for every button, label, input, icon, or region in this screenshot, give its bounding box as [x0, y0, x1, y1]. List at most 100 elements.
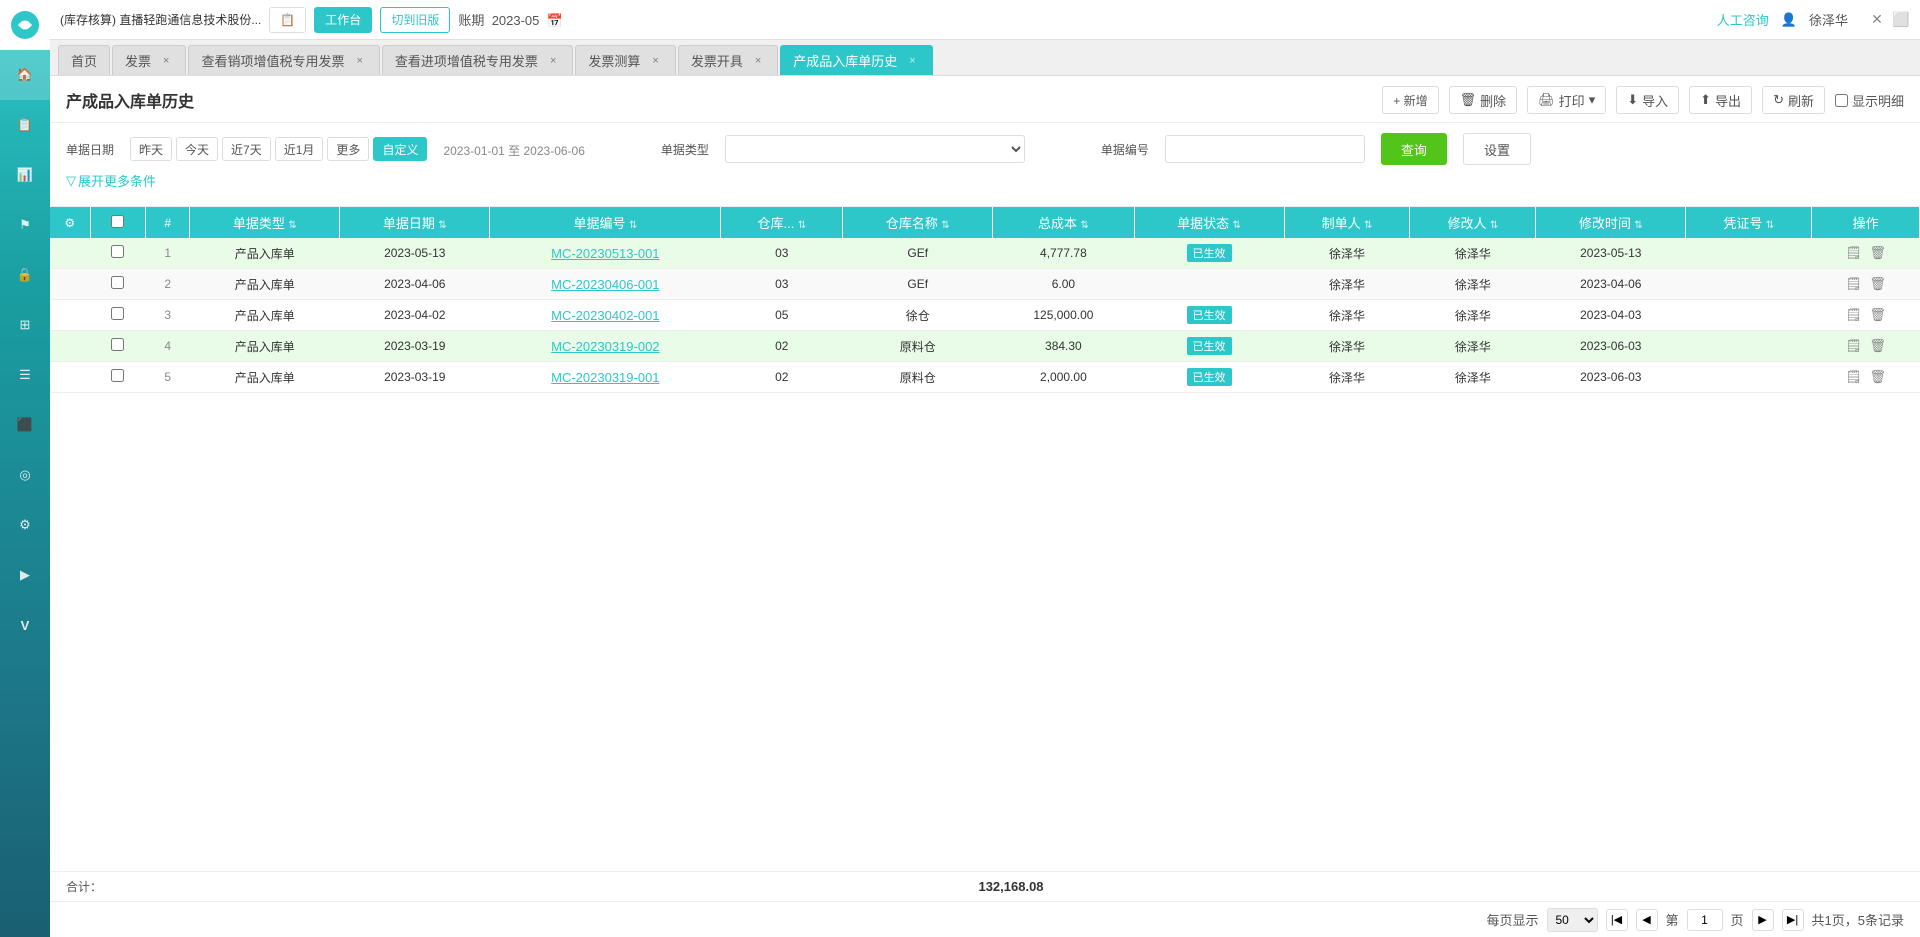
tab-invoice-close[interactable]: ×	[159, 55, 173, 67]
delete-icon-0[interactable]: 🗑	[1869, 244, 1887, 262]
refresh-btn[interactable]: ↻ 刷新	[1762, 86, 1825, 114]
doc-no-link[interactable]: MC-20230319-001	[551, 370, 659, 385]
delete-icon-1[interactable]: 🗑	[1869, 275, 1887, 293]
date-7days-btn[interactable]: 近7天	[222, 137, 271, 161]
period-label: 账期 2023-05 📅	[458, 10, 563, 29]
col-modify-time[interactable]: 修改时间 ⇅	[1536, 207, 1686, 238]
tab-check-sales[interactable]: 查看销项增值税专用发票 ×	[188, 45, 379, 75]
date-yesterday-btn[interactable]: 昨天	[130, 137, 172, 161]
tab-check-purchase[interactable]: 查看进项增值税专用发票 ×	[382, 45, 573, 75]
workspace-btn[interactable]: 工作台	[314, 7, 372, 33]
row-checkbox-2[interactable]	[111, 307, 124, 320]
tab-product-warehouse[interactable]: 产成品入库单历史 ×	[780, 45, 932, 75]
edit-icon-4[interactable]: 🗒	[1845, 368, 1863, 386]
col-warehouse-name[interactable]: 仓库名称 ⇅	[843, 207, 993, 238]
tab-invoice-open-close[interactable]: ×	[751, 55, 765, 67]
tab-check-purchase-close[interactable]: ×	[546, 55, 560, 67]
sidebar-item-grid[interactable]: ⊞	[0, 300, 50, 350]
select-all-checkbox[interactable]	[111, 215, 124, 228]
doc-no-link[interactable]: MC-20230406-001	[551, 277, 659, 292]
per-page-select[interactable]: 50 100	[1547, 908, 1598, 932]
page-number-input[interactable]	[1687, 909, 1723, 931]
tab-product-warehouse-close[interactable]: ×	[905, 55, 919, 67]
col-total-cost[interactable]: 总成本 ⇅	[993, 207, 1134, 238]
doc-no-link[interactable]: MC-20230513-001	[551, 246, 659, 261]
row-total-cost: 2,000.00	[993, 362, 1134, 393]
sidebar-item-play[interactable]: ▶	[0, 550, 50, 600]
row-total-cost: 6.00	[993, 269, 1134, 300]
last-page-btn[interactable]: ▶|	[1782, 909, 1804, 931]
tab-invoice[interactable]: 发票 ×	[112, 45, 186, 75]
row-doc-no[interactable]: MC-20230319-002	[490, 331, 721, 362]
sidebar-item-home[interactable]: 🏠	[0, 50, 50, 100]
sidebar-item-settings[interactable]: ⚙	[0, 500, 50, 550]
row-checkbox-3[interactable]	[111, 338, 124, 351]
sidebar-item-list[interactable]: ☰	[0, 350, 50, 400]
doc-no-link[interactable]: MC-20230319-002	[551, 339, 659, 354]
col-modifier[interactable]: 修改人 ⇅	[1410, 207, 1536, 238]
col-doc-no[interactable]: 单据编号 ⇅	[490, 207, 721, 238]
sidebar-item-lock[interactable]: 🔒	[0, 250, 50, 300]
col-doc-type[interactable]: 单据类型 ⇅	[190, 207, 340, 238]
row-checkbox-1[interactable]	[111, 276, 124, 289]
first-page-btn[interactable]: |◀	[1606, 909, 1628, 931]
row-voucher-no	[1686, 331, 1812, 362]
delete-icon-4[interactable]: 🗑	[1869, 368, 1887, 386]
sidebar-item-flag[interactable]: ⚑	[0, 200, 50, 250]
col-creator[interactable]: 制单人 ⇅	[1284, 207, 1410, 238]
col-warehouse-code[interactable]: 仓库... ⇅	[721, 207, 843, 238]
col-settings[interactable]: ⚙	[50, 207, 90, 238]
row-settings-col	[50, 238, 90, 269]
delete-icon-2[interactable]: 🗑	[1869, 306, 1887, 324]
date-more-btn[interactable]: 更多	[327, 137, 369, 161]
edit-icon-3[interactable]: 🗒	[1845, 337, 1863, 355]
edit-icon-1[interactable]: 🗒	[1845, 275, 1863, 293]
docnum-filter-input[interactable]	[1165, 135, 1365, 163]
row-doc-date: 2023-05-13	[340, 238, 490, 269]
switch-version-btn[interactable]: 切到旧版	[380, 7, 450, 33]
col-doc-status[interactable]: 单据状态 ⇅	[1134, 207, 1284, 238]
reset-btn[interactable]: 设置	[1463, 133, 1531, 165]
delete-icon-3[interactable]: 🗑	[1869, 337, 1887, 355]
tab-invoice-calc-close[interactable]: ×	[648, 55, 662, 67]
edit-icon-2[interactable]: 🗒	[1845, 306, 1863, 324]
import-btn[interactable]: ⬇ 导入	[1616, 86, 1679, 114]
sidebar-item-v[interactable]: V	[0, 600, 50, 650]
user-service[interactable]: 人工咨询	[1717, 10, 1769, 29]
prev-page-btn[interactable]: ◀	[1636, 909, 1658, 931]
type-filter-select[interactable]	[725, 135, 1025, 163]
copy-btn[interactable]: 📋	[269, 7, 306, 33]
sidebar-item-doc[interactable]: 📋	[0, 100, 50, 150]
tab-invoice-calc[interactable]: 发票测算 ×	[575, 45, 675, 75]
date-today-btn[interactable]: 今天	[176, 137, 218, 161]
sidebar-item-stamp[interactable]: ⬛	[0, 400, 50, 450]
delete-btn[interactable]: 🗑 删除	[1449, 86, 1518, 114]
tab-invoice-open[interactable]: 发票开具 ×	[678, 45, 778, 75]
date-custom-btn[interactable]: 自定义	[373, 137, 427, 161]
row-checkbox-4[interactable]	[111, 369, 124, 382]
row-doc-no[interactable]: MC-20230406-001	[490, 269, 721, 300]
date-1month-btn[interactable]: 近1月	[275, 137, 324, 161]
maximize-window-btn[interactable]: ⬜	[1892, 11, 1910, 29]
query-btn[interactable]: 查询	[1381, 133, 1447, 165]
row-doc-no[interactable]: MC-20230513-001	[490, 238, 721, 269]
close-window-btn[interactable]: ✕	[1868, 11, 1886, 29]
row-doc-no[interactable]: MC-20230402-001	[490, 300, 721, 331]
tab-home[interactable]: 首页	[58, 45, 110, 75]
row-doc-no[interactable]: MC-20230319-001	[490, 362, 721, 393]
edit-icon-0[interactable]: 🗒	[1845, 244, 1863, 262]
expand-filter-btn[interactable]: ▽ 展开更多条件	[66, 171, 156, 190]
col-doc-date[interactable]: 单据日期 ⇅	[340, 207, 490, 238]
next-page-btn[interactable]: ▶	[1752, 909, 1774, 931]
col-voucher-no[interactable]: 凭证号 ⇅	[1686, 207, 1812, 238]
row-checkbox-0[interactable]	[111, 245, 124, 258]
new-btn[interactable]: + 新增	[1382, 86, 1438, 114]
print-btn[interactable]: 🖨 打印 ▾	[1527, 86, 1606, 114]
sidebar-item-chart[interactable]: 📊	[0, 150, 50, 200]
tab-check-sales-close[interactable]: ×	[352, 55, 366, 67]
export-btn[interactable]: ⬆ 导出	[1689, 86, 1752, 114]
sidebar-item-circle[interactable]: ◎	[0, 450, 50, 500]
row-voucher-no	[1686, 362, 1812, 393]
show-detail-checkbox[interactable]	[1835, 94, 1848, 107]
doc-no-link[interactable]: MC-20230402-001	[551, 308, 659, 323]
